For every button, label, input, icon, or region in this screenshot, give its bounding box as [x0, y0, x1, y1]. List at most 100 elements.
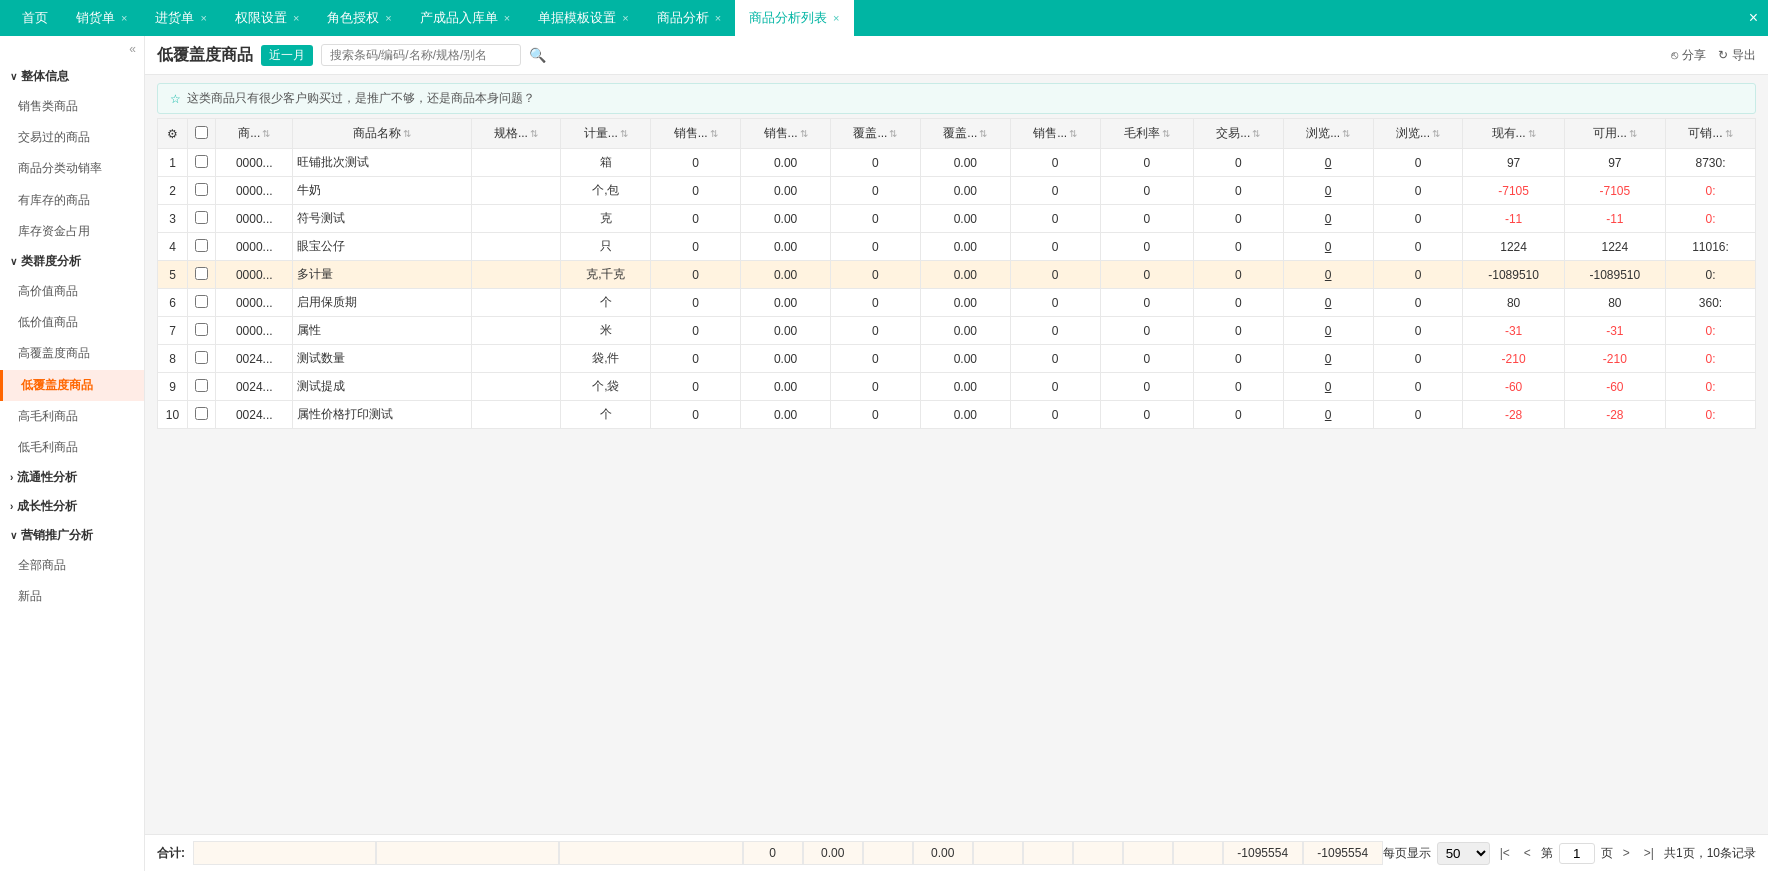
sort-icon-sales3[interactable]: ⇅ [1069, 128, 1077, 139]
sidebar-item-high-value[interactable]: 高价值商品 [0, 276, 144, 307]
sidebar-section-cluster[interactable]: ∨ 类群度分析 [0, 247, 144, 276]
nav-sales-order-close[interactable]: × [121, 12, 127, 24]
sidebar-item-high-margin[interactable]: 高毛利商品 [0, 401, 144, 432]
sidebar-item-category-turnover[interactable]: 商品分类动销率 [0, 153, 144, 184]
sort-icon-unit[interactable]: ⇅ [620, 128, 628, 139]
cell-checkbox[interactable] [188, 177, 216, 205]
row-checkbox[interactable] [195, 323, 208, 336]
row-checkbox[interactable] [195, 211, 208, 224]
browse-link[interactable]: 0 [1325, 156, 1332, 170]
sort-icon-name[interactable]: ⇅ [403, 128, 411, 139]
sidebar-item-new-goods[interactable]: 新品 [0, 581, 144, 612]
cell-browse1[interactable]: 0 [1283, 149, 1373, 177]
sidebar-item-sales-goods[interactable]: 销售类商品 [0, 91, 144, 122]
sort-icon-sales-amt[interactable]: ⇅ [800, 128, 808, 139]
nav-product-analysis-list-close[interactable]: × [833, 12, 839, 24]
sort-icon-browse1[interactable]: ⇅ [1342, 128, 1350, 139]
nav-purchase-order-close[interactable]: × [200, 12, 206, 24]
search-icon[interactable]: 🔍 [529, 47, 546, 63]
row-checkbox[interactable] [195, 239, 208, 252]
browse-link[interactable]: 0 [1325, 212, 1332, 226]
sidebar-item-low-coverage[interactable]: 低覆盖度商品 [0, 370, 144, 401]
sidebar-item-inventory-capital[interactable]: 库存资金占用 [0, 216, 144, 247]
nav-home[interactable]: 首页 [8, 0, 62, 36]
last-page-button[interactable]: >| [1640, 844, 1658, 862]
sort-icon-saleable[interactable]: ⇅ [1725, 128, 1733, 139]
share-button[interactable]: ⎋ 分享 [1671, 47, 1706, 64]
nav-template-close[interactable]: × [622, 12, 628, 24]
row-checkbox[interactable] [195, 183, 208, 196]
sidebar-item-all-goods[interactable]: 全部商品 [0, 550, 144, 581]
sidebar-section-marketing[interactable]: ∨ 营销推广分析 [0, 521, 144, 550]
cell-checkbox[interactable] [188, 373, 216, 401]
sort-icon-current-stock[interactable]: ⇅ [1528, 128, 1536, 139]
sort-icon-coverage1[interactable]: ⇅ [889, 128, 897, 139]
browse-link[interactable]: 0 [1325, 268, 1332, 282]
cell-checkbox[interactable] [188, 149, 216, 177]
browse-link[interactable]: 0 [1325, 296, 1332, 310]
cell-checkbox[interactable] [188, 345, 216, 373]
row-checkbox[interactable] [195, 351, 208, 364]
nav-role-auth-close[interactable]: × [385, 12, 391, 24]
close-all-button[interactable]: × [1749, 9, 1758, 27]
nav-purchase-order[interactable]: 进货单 × [141, 0, 220, 36]
nav-permission-close[interactable]: × [293, 12, 299, 24]
export-button[interactable]: ↻ 导出 [1718, 47, 1756, 64]
cell-browse1[interactable]: 0 [1283, 345, 1373, 373]
nav-product-inbound-close[interactable]: × [504, 12, 510, 24]
cell-checkbox[interactable] [188, 205, 216, 233]
cell-checkbox[interactable] [188, 317, 216, 345]
sort-icon-trade[interactable]: ⇅ [1252, 128, 1260, 139]
th-checkbox[interactable] [188, 119, 216, 149]
sidebar-item-traded-goods[interactable]: 交易过的商品 [0, 122, 144, 153]
sort-icon-available-stock[interactable]: ⇅ [1629, 128, 1637, 139]
cell-checkbox[interactable] [188, 261, 216, 289]
table-container[interactable]: ⚙ 商... ⇅ [145, 118, 1768, 834]
sidebar-item-in-stock-goods[interactable]: 有库存的商品 [0, 185, 144, 216]
sidebar-section-overall[interactable]: ∨ 整体信息 [0, 62, 144, 91]
cell-checkbox[interactable] [188, 233, 216, 261]
page-size-select[interactable]: 50 20 100 [1437, 842, 1490, 865]
nav-template-settings[interactable]: 单据模板设置 × [524, 0, 642, 36]
sidebar-item-high-coverage[interactable]: 高覆盖度商品 [0, 338, 144, 369]
search-input[interactable] [321, 44, 521, 66]
nav-role-auth[interactable]: 角色授权 × [313, 0, 405, 36]
cell-browse1[interactable]: 0 [1283, 401, 1373, 429]
row-checkbox[interactable] [195, 295, 208, 308]
browse-link[interactable]: 0 [1325, 408, 1332, 422]
next-page-button[interactable]: > [1619, 844, 1634, 862]
row-checkbox[interactable] [195, 379, 208, 392]
nav-product-analysis-close[interactable]: × [715, 12, 721, 24]
nav-product-analysis-list[interactable]: 商品分析列表 × [735, 0, 853, 36]
sort-icon-spec[interactable]: ⇅ [530, 128, 538, 139]
browse-link[interactable]: 0 [1325, 324, 1332, 338]
prev-page-button[interactable]: < [1520, 844, 1535, 862]
cell-browse1[interactable]: 0 [1283, 233, 1373, 261]
sort-icon-gross-margin[interactable]: ⇅ [1162, 128, 1170, 139]
current-page-input[interactable] [1559, 843, 1595, 864]
browse-link[interactable]: 0 [1325, 240, 1332, 254]
sidebar-item-low-margin[interactable]: 低毛利商品 [0, 432, 144, 463]
cell-browse1[interactable]: 0 [1283, 289, 1373, 317]
sidebar-section-liquidity[interactable]: › 流通性分析 [0, 463, 144, 492]
sidebar-collapse-button[interactable]: « [0, 36, 144, 62]
period-button[interactable]: 近一月 [261, 45, 313, 66]
sort-icon-coverage2[interactable]: ⇅ [979, 128, 987, 139]
browse-link[interactable]: 0 [1325, 380, 1332, 394]
sidebar-section-growth[interactable]: › 成长性分析 [0, 492, 144, 521]
sort-icon-browse2[interactable]: ⇅ [1432, 128, 1440, 139]
cell-checkbox[interactable] [188, 289, 216, 317]
sidebar-item-low-value[interactable]: 低价值商品 [0, 307, 144, 338]
row-checkbox[interactable] [195, 407, 208, 420]
nav-product-inbound[interactable]: 产成品入库单 × [406, 0, 524, 36]
cell-browse1[interactable]: 0 [1283, 261, 1373, 289]
th-settings[interactable]: ⚙ [158, 119, 188, 149]
nav-product-analysis[interactable]: 商品分析 × [643, 0, 735, 36]
cell-browse1[interactable]: 0 [1283, 317, 1373, 345]
first-page-button[interactable]: |< [1496, 844, 1514, 862]
browse-link[interactable]: 0 [1325, 184, 1332, 198]
cell-browse1[interactable]: 0 [1283, 205, 1373, 233]
settings-icon[interactable]: ⚙ [167, 127, 178, 141]
cell-browse1[interactable]: 0 [1283, 373, 1373, 401]
sort-icon-code[interactable]: ⇅ [262, 128, 270, 139]
